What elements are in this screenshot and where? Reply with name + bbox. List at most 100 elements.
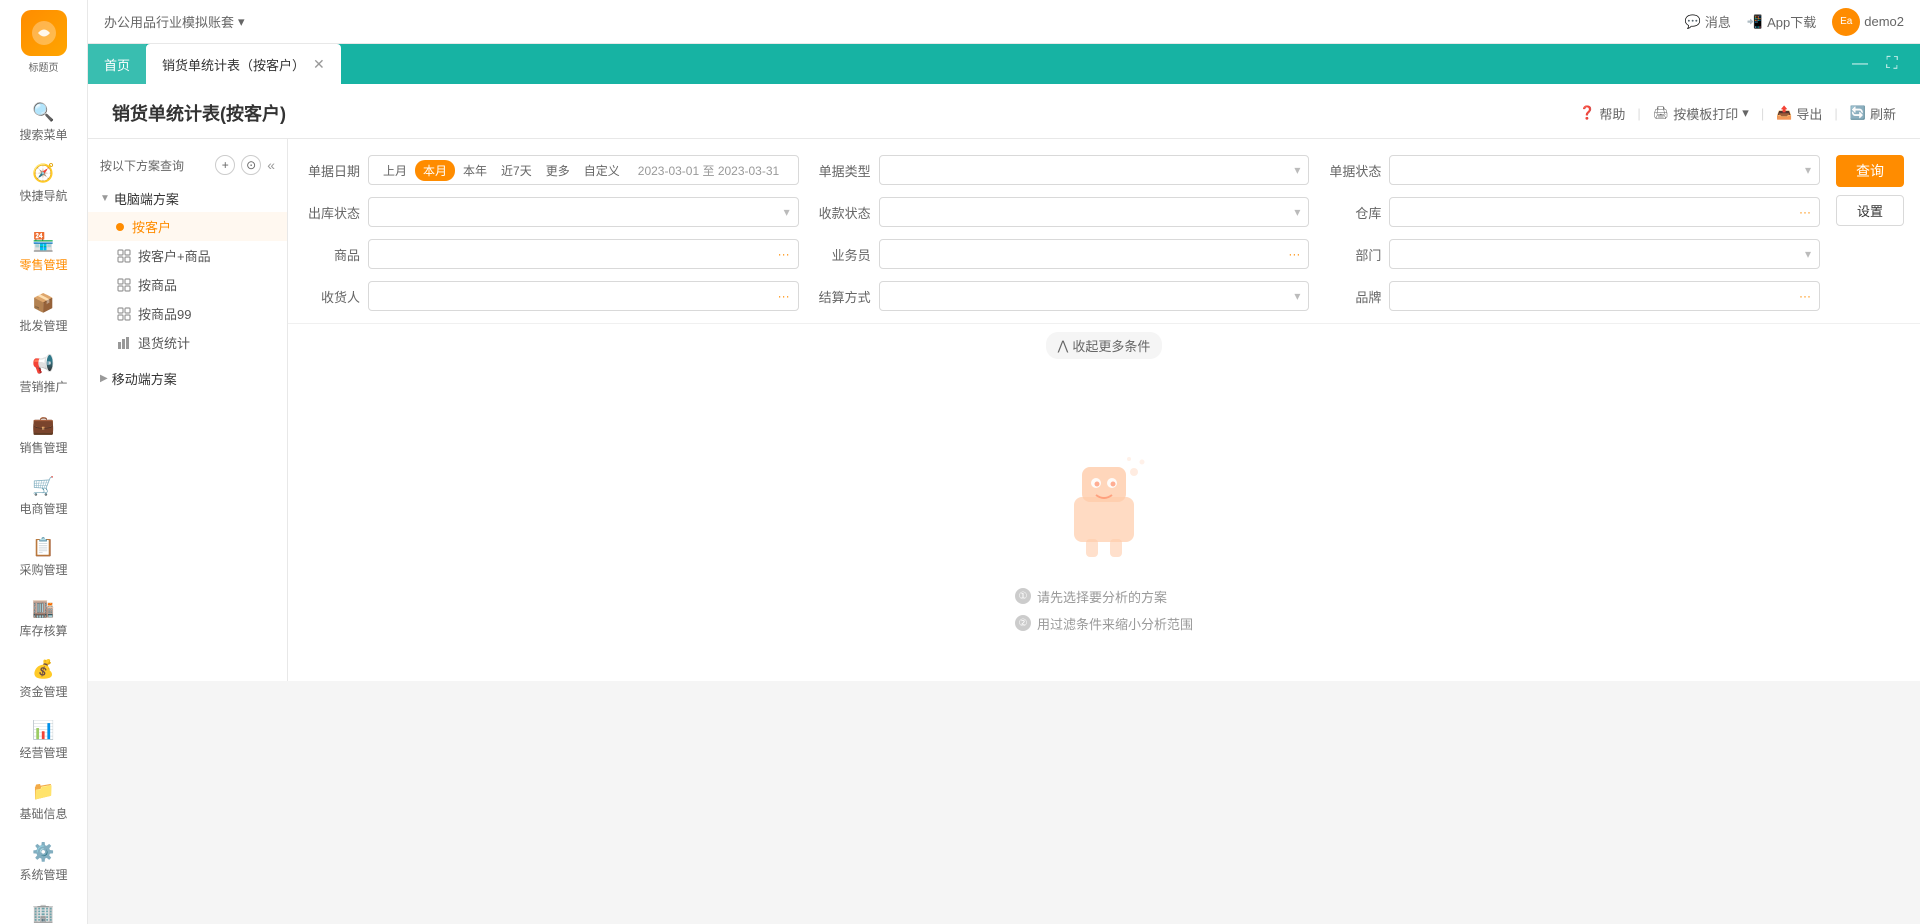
brand-control[interactable]: ···: [1389, 281, 1820, 311]
filter-receiver: 收货人 ···: [304, 281, 799, 311]
department-control[interactable]: ▾: [1389, 239, 1820, 269]
settlement-control[interactable]: ▾: [879, 281, 1310, 311]
date-control[interactable]: 上月 本月 本年 近7天 更多 自定义 2023-03-01 至 2023-03…: [368, 155, 799, 185]
sidebar-item-label: 搜索菜单: [19, 126, 67, 143]
scheme-item-label: 按商品: [138, 275, 177, 294]
retail-icon: 🏪: [32, 232, 54, 253]
user-menu[interactable]: Ea demo2: [1832, 8, 1904, 36]
scheme-add-btn[interactable]: +: [215, 155, 235, 175]
date-shortcut-this-year[interactable]: 本年: [457, 160, 493, 181]
scheme-item-by-goods[interactable]: 按商品: [88, 270, 287, 299]
sidebar-item-label: 资金管理: [19, 683, 67, 700]
empty-illustration: [1044, 447, 1164, 567]
type-label: 单据类型: [815, 161, 871, 180]
sidebar-item-ecommerce[interactable]: 🛒 电商管理: [0, 466, 87, 527]
filter-date: 单据日期 上月 本月 本年 近7天 更多 自定义: [304, 155, 799, 185]
sidebar-item-label: 库存核算: [19, 622, 67, 639]
sidebar-item-system[interactable]: ⚙️ 系统管理: [0, 832, 87, 893]
settings-button[interactable]: 设置: [1836, 195, 1904, 226]
tab-sales-stats[interactable]: 销货单统计表（按客户） ✕: [146, 44, 341, 84]
sidebar-item-enterprise[interactable]: 🏢 企业协同: [0, 893, 87, 924]
collapse-button[interactable]: ⋀ 收起更多条件: [1046, 332, 1163, 359]
sidebar-item-retail[interactable]: 🏪 零售管理: [0, 222, 87, 283]
operation-icon: 📊: [32, 720, 54, 741]
salesperson-control[interactable]: ···: [879, 239, 1310, 269]
download-icon: 📲: [1747, 14, 1763, 30]
tab-maximize-btn[interactable]: ⛶: [1880, 52, 1904, 76]
tab-home-label: 首页: [104, 55, 130, 74]
scheme-group-desktop-label: 电脑端方案: [114, 189, 179, 208]
page: 销货单统计表(按客户) ❓ 帮助 | 🖨 按模板打印 ▾ | 📤 导出 |: [88, 84, 1920, 924]
enterprise-icon: 🏢: [32, 903, 54, 924]
date-shortcut-7days[interactable]: 近7天: [495, 160, 538, 181]
sidebar-item-finance[interactable]: 💰 资金管理: [0, 649, 87, 710]
tab-sales-stats-label: 销货单统计表（按客户）: [162, 55, 305, 74]
scheme-item-by-goods-99[interactable]: 按商品99: [88, 299, 287, 328]
export-btn[interactable]: 📤 导出: [1776, 104, 1822, 123]
sidebar-item-sales[interactable]: 💼 销售管理: [0, 405, 87, 466]
sidebar: 标题页 🔍 搜索菜单 🧭 快捷导航 🏪 零售管理 📦 批发管理 📢 营销推广 💼…: [0, 0, 88, 924]
warehouse-control[interactable]: ···: [1389, 197, 1820, 227]
logo-text: 标题页: [29, 59, 59, 74]
payment-control[interactable]: ▾: [879, 197, 1310, 227]
sidebar-item-base[interactable]: 📁 基础信息: [0, 771, 87, 832]
ship-control[interactable]: ▾: [368, 197, 799, 227]
filter-warehouse: 仓库 ···: [1325, 197, 1820, 227]
print-icon: 🖨: [1653, 105, 1670, 121]
sidebar-item-inventory[interactable]: 🏬 库存核算: [0, 588, 87, 649]
app-download-btn[interactable]: 📲 App下载: [1747, 12, 1816, 31]
settlement-dropdown-icon: ▾: [1294, 289, 1300, 303]
tabbar-actions: — ⛶: [1848, 52, 1920, 76]
scheme-group-mobile-header[interactable]: ▶ 移动端方案: [88, 365, 287, 392]
page-header-actions: ❓ 帮助 | 🖨 按模板打印 ▾ | 📤 导出 | 🔄 刷新: [1579, 104, 1896, 123]
status-label: 单据状态: [1325, 161, 1381, 180]
base-icon: 📁: [32, 781, 54, 802]
goods-control[interactable]: ···: [368, 239, 799, 269]
brand-label: 品牌: [1325, 287, 1381, 306]
sidebar-item-search[interactable]: 🔍 搜索菜单: [0, 92, 87, 153]
date-shortcuts: 上月 本月 本年 近7天 更多 自定义: [377, 160, 626, 181]
tab-close-btn[interactable]: ✕: [313, 56, 325, 73]
scheme-setting-btn[interactable]: ⊙: [241, 155, 261, 175]
refresh-btn[interactable]: 🔄 刷新: [1850, 104, 1896, 123]
tab-minimize-btn[interactable]: —: [1848, 52, 1872, 76]
sidebar-item-operation[interactable]: 📊 经营管理: [0, 710, 87, 771]
separator3: |: [1834, 106, 1837, 121]
scheme-item-by-customer[interactable]: 按客户: [88, 212, 287, 241]
date-shortcut-custom[interactable]: 自定义: [578, 160, 626, 181]
ship-dropdown-icon: ▾: [784, 205, 790, 219]
scheme-group-desktop-header[interactable]: ▼ 电脑端方案: [88, 185, 287, 212]
sidebar-item-wholesale[interactable]: 📦 批发管理: [0, 283, 87, 344]
message-btn[interactable]: 💬 消息: [1685, 12, 1731, 31]
app-logo[interactable]: 标题页: [0, 0, 87, 84]
query-button[interactable]: 查询: [1836, 155, 1904, 187]
sidebar-item-marketing[interactable]: 📢 营销推广: [0, 344, 87, 405]
sidebar-item-label: 基础信息: [19, 805, 67, 822]
message-label: 消息: [1705, 12, 1731, 31]
date-shortcut-last-month[interactable]: 上月: [377, 160, 413, 181]
sidebar-item-label: 经营管理: [19, 744, 67, 761]
date-shortcut-this-month[interactable]: 本月: [415, 160, 455, 181]
sidebar-item-shortcuts[interactable]: 🧭 快捷导航: [0, 153, 87, 214]
scheme-item-label: 按客户+商品: [138, 246, 211, 265]
scheme-item-customer-goods[interactable]: 按客户+商品: [88, 241, 287, 270]
logo-icon: [21, 10, 67, 56]
scheme-item-return-stats[interactable]: 退货统计: [88, 328, 287, 357]
tab-home[interactable]: 首页: [88, 44, 146, 84]
scheme-collapse-btn[interactable]: «: [267, 157, 275, 173]
date-shortcut-more[interactable]: 更多: [540, 160, 576, 181]
company-selector[interactable]: 办公用品行业模拟账套 ▾: [104, 12, 245, 31]
filter-content-area: 单据日期 上月 本月 本年 近7天 更多 自定义: [288, 139, 1920, 681]
type-control[interactable]: ▾: [879, 155, 1310, 185]
main-content: 办公用品行业模拟账套 ▾ 💬 消息 📲 App下载 Ea demo2 首页: [88, 0, 1920, 924]
print-btn[interactable]: 🖨 按模板打印 ▾: [1653, 104, 1749, 123]
filter-salesperson: 业务员 ···: [815, 239, 1310, 269]
sidebar-item-purchase[interactable]: 📋 采购管理: [0, 527, 87, 588]
help-btn[interactable]: ❓ 帮助: [1579, 104, 1625, 123]
grid2-icon: [116, 277, 132, 293]
status-control[interactable]: ▾: [1389, 155, 1820, 185]
receiver-control[interactable]: ···: [368, 281, 799, 311]
filter-goods: 商品 ···: [304, 239, 799, 269]
date-range-text: 2023-03-01 至 2023-03-31: [638, 162, 779, 179]
bar-chart-icon: [116, 335, 132, 351]
